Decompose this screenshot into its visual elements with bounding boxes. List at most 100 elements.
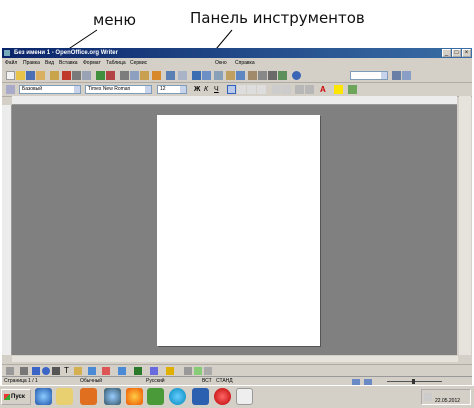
extrusion-icon[interactable]	[204, 367, 212, 375]
find-previous-icon[interactable]	[402, 71, 411, 80]
drawing-toolbar: T	[2, 364, 472, 376]
zoom-slider-thumb[interactable]	[412, 379, 415, 384]
symbol-shapes-icon[interactable]	[102, 367, 110, 375]
menu-bar: Файл Правка Вид Вставка Формат Таблица С…	[2, 59, 472, 68]
system-tray: 22.05.2012	[421, 389, 471, 405]
callout-icon[interactable]	[74, 367, 82, 375]
underline-icon[interactable]: Ч	[214, 85, 223, 94]
writer-window: Без имени 1 - OpenOffice.org Writer _ □ …	[2, 48, 472, 405]
tray-icon[interactable]	[424, 393, 432, 401]
open-folder-icon[interactable]	[16, 71, 25, 80]
find-replace-icon[interactable]	[226, 71, 235, 80]
new-document-icon[interactable]	[6, 71, 15, 80]
opera-icon[interactable]	[214, 388, 231, 405]
start-button[interactable]: Пуск	[1, 389, 31, 405]
email-icon[interactable]	[36, 71, 45, 80]
menu-window[interactable]: Окно	[215, 59, 227, 68]
fontwork-icon[interactable]	[194, 367, 202, 375]
bullets-icon[interactable]	[282, 85, 291, 94]
italic-icon[interactable]: К	[204, 85, 213, 94]
writer-task-icon[interactable]	[236, 388, 253, 405]
horizontal-scrollbar[interactable]	[12, 356, 458, 362]
align-center-icon[interactable]	[237, 85, 246, 94]
increase-indent-icon[interactable]	[305, 85, 314, 94]
vertical-ruler	[2, 105, 12, 355]
print-preview-icon[interactable]	[82, 71, 91, 80]
browser-icon[interactable]	[104, 388, 121, 405]
undo-icon[interactable]	[166, 71, 175, 80]
navigator-icon[interactable]	[236, 71, 245, 80]
internet-explorer-icon[interactable]	[35, 388, 52, 405]
background-color-icon[interactable]	[348, 85, 357, 94]
save-icon[interactable]	[26, 71, 35, 80]
export-pdf-icon[interactable]	[62, 71, 71, 80]
menu-edit[interactable]: Правка	[23, 59, 40, 68]
maximize-button[interactable]: □	[452, 49, 461, 57]
show-draw-functions-icon[interactable]	[214, 71, 223, 80]
window-title: Без имени 1 - OpenOffice.org Writer	[14, 50, 118, 56]
basic-shapes-icon[interactable]	[88, 367, 96, 375]
format-paintbrush-icon[interactable]	[152, 71, 161, 80]
nonprinting-characters-icon[interactable]	[268, 71, 277, 80]
menu-insert[interactable]: Вставка	[59, 59, 78, 68]
help-icon[interactable]	[292, 71, 301, 80]
firefox-icon[interactable]	[126, 388, 143, 405]
decrease-indent-icon[interactable]	[295, 85, 304, 94]
highlighting-icon[interactable]	[334, 85, 343, 94]
word-icon[interactable]	[192, 388, 209, 405]
cut-icon[interactable]	[120, 71, 129, 80]
redo-icon[interactable]	[178, 71, 187, 80]
close-button[interactable]: ×	[462, 49, 471, 57]
copy-icon[interactable]	[130, 71, 139, 80]
menu-table[interactable]: Таблица	[106, 59, 126, 68]
rectangle-icon[interactable]	[32, 367, 40, 375]
vertical-scrollbar[interactable]	[459, 96, 471, 355]
font-color-icon[interactable]: A	[320, 85, 329, 94]
justify-icon[interactable]	[257, 85, 266, 94]
skype-icon[interactable]	[169, 388, 186, 405]
document-page[interactable]	[157, 115, 320, 346]
block-arrows-icon[interactable]	[118, 367, 126, 375]
autospellcheck-icon[interactable]	[106, 71, 115, 80]
title-bar: Без имени 1 - OpenOffice.org Writer _ □ …	[2, 48, 472, 58]
hyperlink-icon[interactable]	[192, 71, 201, 80]
menu-file[interactable]: Файл	[5, 59, 17, 68]
media-player-icon[interactable]	[80, 388, 97, 405]
program-icon[interactable]	[147, 388, 164, 405]
find-input[interactable]	[350, 71, 388, 80]
gallery-icon[interactable]	[248, 71, 257, 80]
align-left-icon[interactable]	[227, 85, 236, 94]
ellipse-icon[interactable]	[42, 367, 50, 375]
edit-file-icon[interactable]	[50, 71, 59, 80]
menu-format[interactable]: Формат	[83, 59, 101, 68]
align-right-icon[interactable]	[247, 85, 256, 94]
file-explorer-icon[interactable]	[56, 388, 73, 405]
data-sources-icon[interactable]	[258, 71, 267, 80]
bold-icon[interactable]: Ж	[194, 85, 203, 94]
freeform-icon[interactable]	[52, 367, 60, 375]
spellcheck-icon[interactable]	[96, 71, 105, 80]
paste-icon[interactable]	[140, 71, 149, 80]
horizontal-ruler	[12, 96, 457, 105]
find-next-icon[interactable]	[392, 71, 401, 80]
font-name-select[interactable]: Times New Roman	[85, 85, 152, 94]
numbering-icon[interactable]	[272, 85, 281, 94]
table-icon[interactable]	[202, 71, 211, 80]
stars-icon[interactable]	[166, 367, 174, 375]
document-workspace	[12, 105, 457, 355]
text-icon[interactable]: T	[64, 367, 72, 375]
select-arrow-icon[interactable]	[6, 367, 14, 375]
zoom-icon[interactable]	[278, 71, 287, 80]
menu-help[interactable]: Справка	[235, 59, 255, 68]
minimize-button[interactable]: _	[442, 49, 451, 57]
menu-view[interactable]: Вид	[45, 59, 54, 68]
points-icon[interactable]	[184, 367, 192, 375]
font-size-select[interactable]: 12	[157, 85, 187, 94]
paragraph-style-select[interactable]: Базовый	[19, 85, 81, 94]
print-icon[interactable]	[72, 71, 81, 80]
styles-formatting-icon[interactable]	[6, 85, 15, 94]
line-icon[interactable]	[20, 367, 28, 375]
flowcharts-icon[interactable]	[134, 367, 142, 375]
callouts-icon[interactable]	[150, 367, 158, 375]
menu-tools[interactable]: Сервис	[130, 59, 147, 68]
